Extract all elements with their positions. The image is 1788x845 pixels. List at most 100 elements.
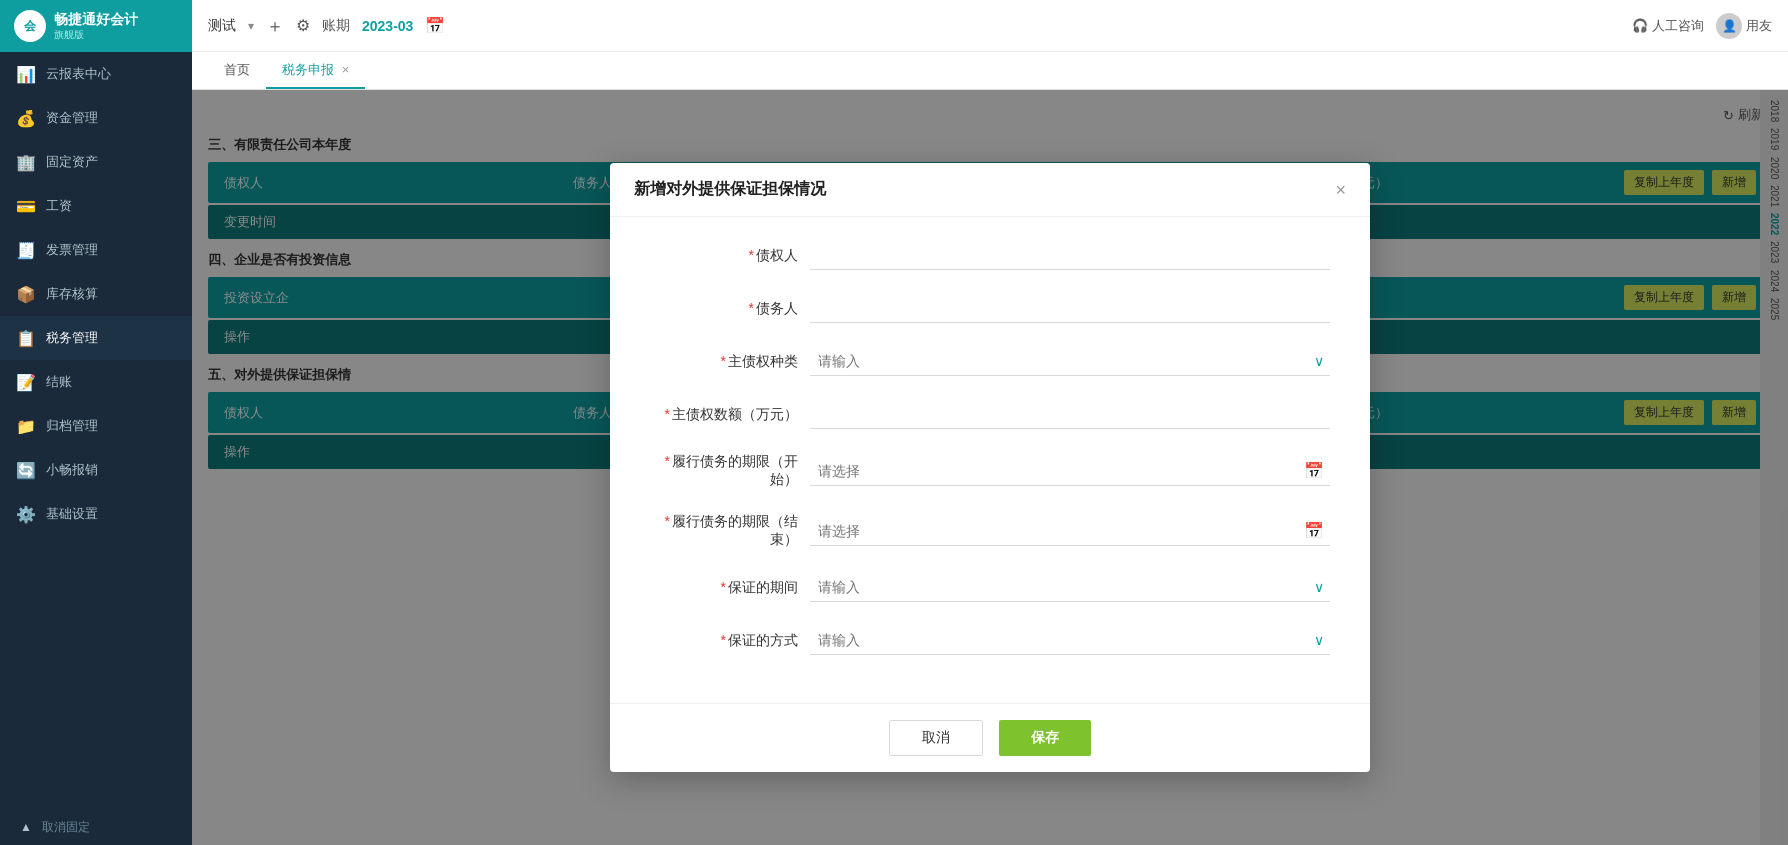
calendar-icon-period_start[interactable]: 📅 xyxy=(1304,461,1330,480)
required-mark: * xyxy=(721,632,726,648)
sidebar: 会 畅捷通好会计 旗舰版 📊 云报表中心 💰资金管理🏢固定资产 💳 工资 🧾 发票管理 📦 库存… xyxy=(0,0,192,845)
content-tabs: 首页 税务申报 × xyxy=(192,52,1788,90)
sidebar-label-fapiao: 发票管理 xyxy=(46,241,98,259)
chevron-down-icon-guarantee_period[interactable]: ∨ xyxy=(1314,579,1330,595)
form-date-period_start[interactable] xyxy=(810,457,1304,485)
modal-header: 新增对外提供保证担保情况 × xyxy=(610,163,1370,217)
form-label-claim_amount: *主债权数额（万元） xyxy=(650,406,810,424)
form-date-wrap-period_end: 📅 xyxy=(810,517,1330,546)
sidebar-icon-kucun: 📦 xyxy=(16,284,36,304)
required-mark: * xyxy=(665,513,670,529)
calendar-icon[interactable]: 📅 xyxy=(425,16,445,35)
sidebar-label-gongzi: 工资 xyxy=(46,197,72,215)
sidebar-nav: 📊 云报表中心 💰资金管理🏢固定资产 💳 工资 🧾 发票管理 📦 库存核算 📋税务管理 📝 结账 📁归档… xyxy=(0,52,192,809)
form-input-debtor[interactable] xyxy=(810,294,1330,323)
page-area: ↻ 刷新 三、有限责任公司本年度 债权人 债务人 主债权种类 主债权数额（万元）… xyxy=(192,90,1788,845)
sidebar-item-guidang[interactable]: 📁归档管理 xyxy=(0,404,192,448)
sidebar-label-jiezhang: 结账 xyxy=(46,373,72,391)
service-button[interactable]: 🎧 人工咨询 xyxy=(1632,17,1704,35)
form-row-guarantee_method: *保证的方式 ∨ xyxy=(650,626,1330,655)
add-icon[interactable]: ＋ xyxy=(266,14,284,38)
logo-icon: 会 xyxy=(14,10,46,42)
form-select-guarantee_period[interactable] xyxy=(810,573,1314,601)
service-label: 人工咨询 xyxy=(1652,17,1704,35)
sidebar-icon-jichushezhi: ⚙️ xyxy=(16,504,36,524)
form-row-guarantee_period: *保证的期间∨ xyxy=(650,573,1330,602)
sidebar-item-jichushezhi[interactable]: ⚙️基础设置 xyxy=(0,492,192,536)
topbar: 测试 ▾ ＋ ⚙ 账期 2023-03 📅 🎧 人工咨询 👤 用友 xyxy=(192,0,1788,52)
period-value: 2023-03 xyxy=(362,18,413,34)
sidebar-item-gudingzichan[interactable]: 🏢固定资产 xyxy=(0,140,192,184)
form-select-guarantee_method[interactable] xyxy=(810,626,1314,654)
form-input-creditor[interactable] xyxy=(810,241,1330,270)
form-date-wrap-period_start: 📅 xyxy=(810,457,1330,486)
modal-dialog: 新增对外提供保证担保情况 × *债权人 *债务人 *主债权种类 ∨ *主债权数额（万元）… xyxy=(610,163,1370,772)
logo-badge: 旗舰版 xyxy=(54,28,138,42)
sidebar-item-xiaochu[interactable]: 🔄 小畅报销 xyxy=(0,448,192,492)
sidebar-icon-xiaochu: 🔄 xyxy=(16,460,36,480)
form-input-claim_amount[interactable] xyxy=(810,400,1330,429)
user-label: 用友 xyxy=(1746,17,1772,35)
form-row-period_end: *履行债务的期限（结束） 📅 xyxy=(650,513,1330,549)
logo-area: 会 畅捷通好会计 旗舰版 xyxy=(0,0,192,52)
sidebar-label-shuiwu: 税务管理 xyxy=(46,329,98,347)
sidebar-icon-yunbiao: 📊 xyxy=(16,64,36,84)
sidebar-label-yunbiao: 云报表中心 xyxy=(46,65,111,83)
logo-text: 畅捷通好会计 xyxy=(54,10,138,28)
form-row-creditor: *债权人 xyxy=(650,241,1330,270)
period-label: 账期 xyxy=(322,17,350,35)
sidebar-item-gongzi[interactable]: 💳 工资 xyxy=(0,184,192,228)
sidebar-item-zijin[interactable]: 💰资金管理 xyxy=(0,96,192,140)
save-button[interactable]: 保存 xyxy=(999,720,1091,756)
chevron-down-icon-guarantee_method[interactable]: ∨ xyxy=(1314,632,1330,648)
modal-close-button[interactable]: × xyxy=(1335,181,1346,199)
form-label-period_end: *履行债务的期限（结束） xyxy=(650,513,810,549)
modal-body: *债权人*债务人*主债权种类∨*主债权数额（万元）*履行债务的期限（开始）📅*履… xyxy=(610,217,1370,703)
form-label-debtor: *债务人 xyxy=(650,300,810,318)
sidebar-item-shuiwu[interactable]: 📋税务管理 xyxy=(0,316,192,360)
cancel-button[interactable]: 取消 xyxy=(889,720,983,756)
form-label-period_start: *履行债务的期限（开始） xyxy=(650,453,810,489)
tab-home[interactable]: 首页 xyxy=(208,53,266,89)
form-row-claim_amount: *主债权数额（万元） xyxy=(650,400,1330,429)
tab-shuibao[interactable]: 税务申报 × xyxy=(266,53,365,89)
form-select-wrap-claim_type: ∨ xyxy=(810,347,1330,376)
sidebar-icon-jiezhang: 📝 xyxy=(16,372,36,392)
sidebar-item-yunbiao[interactable]: 📊 云报表中心 xyxy=(0,52,192,96)
sidebar-icon-gongzi: 💳 xyxy=(16,196,36,216)
form-label-creditor: *债权人 xyxy=(650,247,810,265)
headset-icon: 🎧 xyxy=(1632,18,1648,33)
form-date-period_end[interactable] xyxy=(810,517,1304,545)
form-label-guarantee_method: *保证的方式 xyxy=(650,632,810,650)
sidebar-label-zijin: 资金管理 xyxy=(46,109,98,127)
sidebar-label-xiaochu: 小畅报销 xyxy=(46,461,98,479)
form-row-debtor: *债务人 xyxy=(650,294,1330,323)
user-avatar: 👤 xyxy=(1716,13,1742,39)
sidebar-item-kucun[interactable]: 📦 库存核算 xyxy=(0,272,192,316)
sidebar-item-jiezhang[interactable]: 📝 结账 xyxy=(0,360,192,404)
form-select-claim_type[interactable] xyxy=(810,347,1314,375)
sidebar-icon-fapiao: 🧾 xyxy=(16,240,36,260)
form-label-claim_type: *主债权种类 xyxy=(650,353,810,371)
form-row-period_start: *履行债务的期限（开始） 📅 xyxy=(650,453,1330,489)
arrow-up-icon: ▲ xyxy=(16,817,36,837)
chevron-down-icon-claim_type[interactable]: ∨ xyxy=(1314,353,1330,369)
sidebar-bottom-action[interactable]: ▲ 取消固定 xyxy=(0,809,192,845)
sidebar-item-fapiao[interactable]: 🧾 发票管理 xyxy=(0,228,192,272)
required-mark: * xyxy=(665,406,670,422)
company-chevron-icon[interactable]: ▾ xyxy=(248,19,254,33)
calendar-icon-period_end[interactable]: 📅 xyxy=(1304,521,1330,540)
form-select-wrap-guarantee_period: ∨ xyxy=(810,573,1330,602)
tab-close-icon[interactable]: × xyxy=(342,62,350,77)
sidebar-bottom-label: 取消固定 xyxy=(42,819,90,836)
sidebar-label-kucun: 库存核算 xyxy=(46,285,98,303)
settings-icon[interactable]: ⚙ xyxy=(296,16,310,35)
tab-home-label: 首页 xyxy=(224,62,250,77)
company-name: 测试 xyxy=(208,17,236,35)
logo-text-block: 畅捷通好会计 旗舰版 xyxy=(54,10,138,42)
required-mark: * xyxy=(721,579,726,595)
required-mark: * xyxy=(749,247,754,263)
modal-overlay: 新增对外提供保证担保情况 × *债权人 *债务人 *主债权种类 ∨ *主债权数额（万元）… xyxy=(192,90,1788,845)
sidebar-icon-gudingzichan: 🏢 xyxy=(16,152,36,172)
user-button[interactable]: 👤 用友 xyxy=(1716,13,1772,39)
